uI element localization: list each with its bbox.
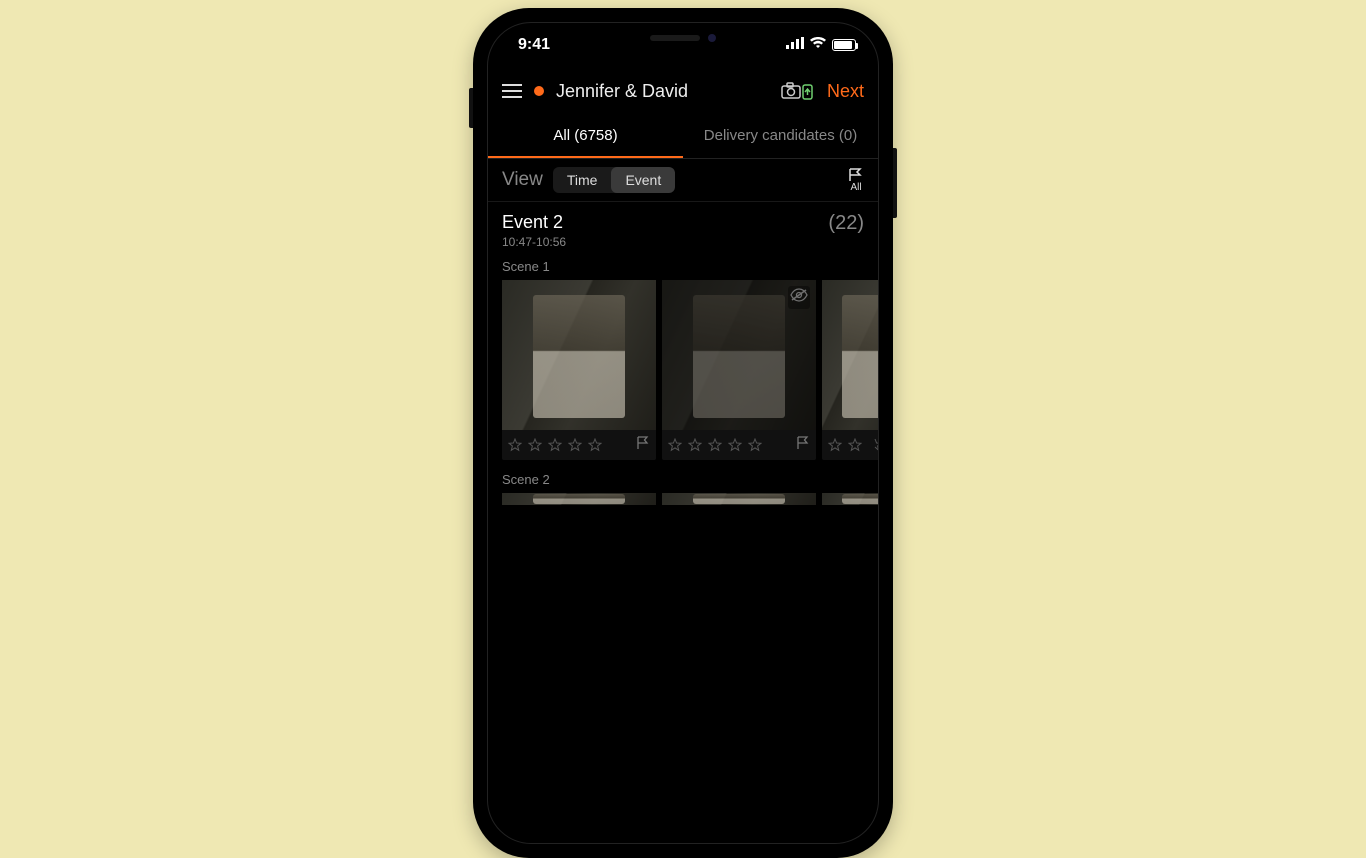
star-icon[interactable] xyxy=(528,438,542,452)
event-count: (22) xyxy=(828,212,864,235)
star-icon[interactable] xyxy=(728,438,742,452)
event-header: Event 2 10:47-10:56 (22) xyxy=(488,202,878,255)
status-time: 9:41 xyxy=(518,36,550,54)
tab-delivery[interactable]: Delivery candidates (0) xyxy=(683,115,878,158)
flag-filter-label: All xyxy=(850,182,861,193)
view-row: View Time Event All xyxy=(488,159,878,202)
thumbnail-image xyxy=(822,280,878,430)
thumbnail-image xyxy=(822,493,878,505)
seg-time[interactable]: Time xyxy=(553,167,612,193)
app-header: Jennifer & David Next xyxy=(488,67,878,115)
menu-button[interactable] xyxy=(502,84,522,98)
thumbnail-footer xyxy=(822,430,878,460)
star-icon[interactable] xyxy=(848,438,862,452)
star-icon[interactable] xyxy=(828,438,842,452)
view-label: View xyxy=(502,169,543,191)
star-icon[interactable] xyxy=(568,438,582,452)
thumbnail-card[interactable] xyxy=(662,493,816,505)
thumbnail-footer xyxy=(502,430,656,460)
battery-icon xyxy=(832,39,856,51)
flag-icon[interactable] xyxy=(636,436,650,455)
thumbnail-card[interactable] xyxy=(502,493,656,505)
star-icon[interactable] xyxy=(748,438,762,452)
star-icon[interactable] xyxy=(588,438,602,452)
thumbnail-image xyxy=(662,280,816,430)
cellular-icon xyxy=(786,36,804,54)
scene-label: Scene 2 xyxy=(488,468,878,493)
seg-event[interactable]: Event xyxy=(611,167,675,193)
star-icon[interactable] xyxy=(508,438,522,452)
view-segmented-control: Time Event xyxy=(553,167,675,193)
thumbnail-card[interactable] xyxy=(822,493,878,505)
flag-icon[interactable] xyxy=(796,436,810,455)
thumbnail-card[interactable] xyxy=(502,280,656,460)
tabs: All (6758) Delivery candidates (0) xyxy=(488,115,878,159)
thumbnail-image xyxy=(502,280,656,430)
scene-label: Scene 1 xyxy=(488,255,878,280)
project-title: Jennifer & David xyxy=(556,81,769,102)
phone-screen: 9:41 Jennifer & David xyxy=(487,22,879,844)
thumbnail-image xyxy=(502,493,656,505)
thumbnail-row xyxy=(488,280,878,460)
tab-all[interactable]: All (6758) xyxy=(488,115,683,158)
thumbnail-card[interactable] xyxy=(662,280,816,460)
event-time-range: 10:47-10:56 xyxy=(502,235,828,249)
star-icon[interactable] xyxy=(668,438,682,452)
camera-import-icon[interactable] xyxy=(781,81,815,101)
star-icon[interactable] xyxy=(868,438,878,452)
star-icon[interactable] xyxy=(708,438,722,452)
next-button[interactable]: Next xyxy=(827,81,864,102)
thumbnail-card[interactable] xyxy=(822,280,878,460)
thumbnail-image xyxy=(662,493,816,505)
wifi-icon xyxy=(810,36,826,54)
event-title: Event 2 xyxy=(502,212,828,233)
thumbnail-footer xyxy=(662,430,816,460)
thumbnail-row xyxy=(488,493,878,505)
star-icon[interactable] xyxy=(688,438,702,452)
star-icon[interactable] xyxy=(548,438,562,452)
hidden-icon xyxy=(788,286,810,309)
status-icons xyxy=(786,36,856,54)
notch xyxy=(593,23,773,53)
record-indicator-icon xyxy=(534,86,544,96)
flag-filter-button[interactable]: All xyxy=(848,168,864,193)
phone-frame: 9:41 Jennifer & David xyxy=(473,8,893,858)
